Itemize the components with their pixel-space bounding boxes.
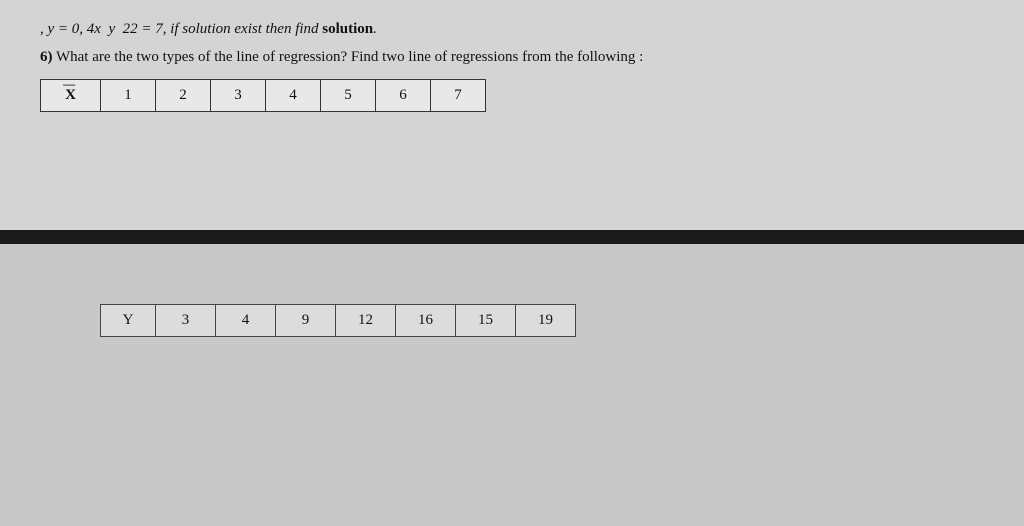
x-value-2: 2 (156, 79, 211, 111)
x-value-4: 4 (266, 79, 321, 111)
question-body: What are the two types of the line of re… (56, 49, 643, 65)
x-table-row: X 1 2 3 4 5 6 7 (41, 79, 486, 111)
x-value-3: 3 (211, 79, 266, 111)
x-table-container: X 1 2 3 4 5 6 7 (40, 79, 486, 112)
top-section: , y = 0, 4x y 22 = 7, if solution exist … (0, 0, 1024, 230)
y-value-4: 12 (336, 305, 396, 337)
y-data-table: Y 3 4 9 12 16 15 19 (100, 304, 576, 337)
top-line-text: , y = 0, 4x y 22 = 7, if solution exist … (40, 18, 984, 41)
y-table-container: Y 3 4 9 12 16 15 19 (100, 304, 576, 337)
y-value-5: 16 (396, 305, 456, 337)
x-value-5: 5 (321, 79, 376, 111)
x-value-7: 7 (431, 79, 486, 111)
y-value-2: 4 (216, 305, 276, 337)
question-text: 6) What are the two types of the line of… (40, 45, 984, 69)
y-table-row: Y 3 4 9 12 16 15 19 (101, 305, 576, 337)
y-header-cell: Y (101, 305, 156, 337)
x-header-cell: X (41, 79, 101, 111)
y-value-3: 9 (276, 305, 336, 337)
x-value-1: 1 (101, 79, 156, 111)
question-number: 6) (40, 49, 53, 65)
x-value-6: 6 (376, 79, 431, 111)
y-value-6: 15 (456, 305, 516, 337)
bottom-section: Y 3 4 9 12 16 15 19 (0, 244, 1024, 526)
x-bar-label: X (65, 87, 76, 104)
y-value-7: 19 (516, 305, 576, 337)
section-divider (0, 230, 1024, 244)
x-data-table: X 1 2 3 4 5 6 7 (40, 79, 486, 112)
y-value-1: 3 (156, 305, 216, 337)
